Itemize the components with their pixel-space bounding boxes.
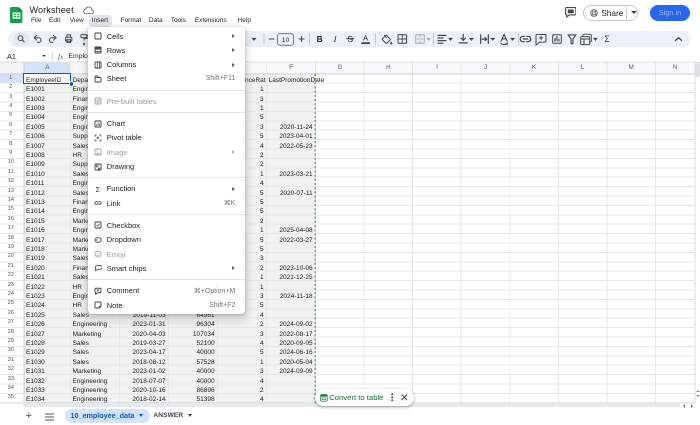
svg-text:Σ: Σ (96, 185, 101, 193)
